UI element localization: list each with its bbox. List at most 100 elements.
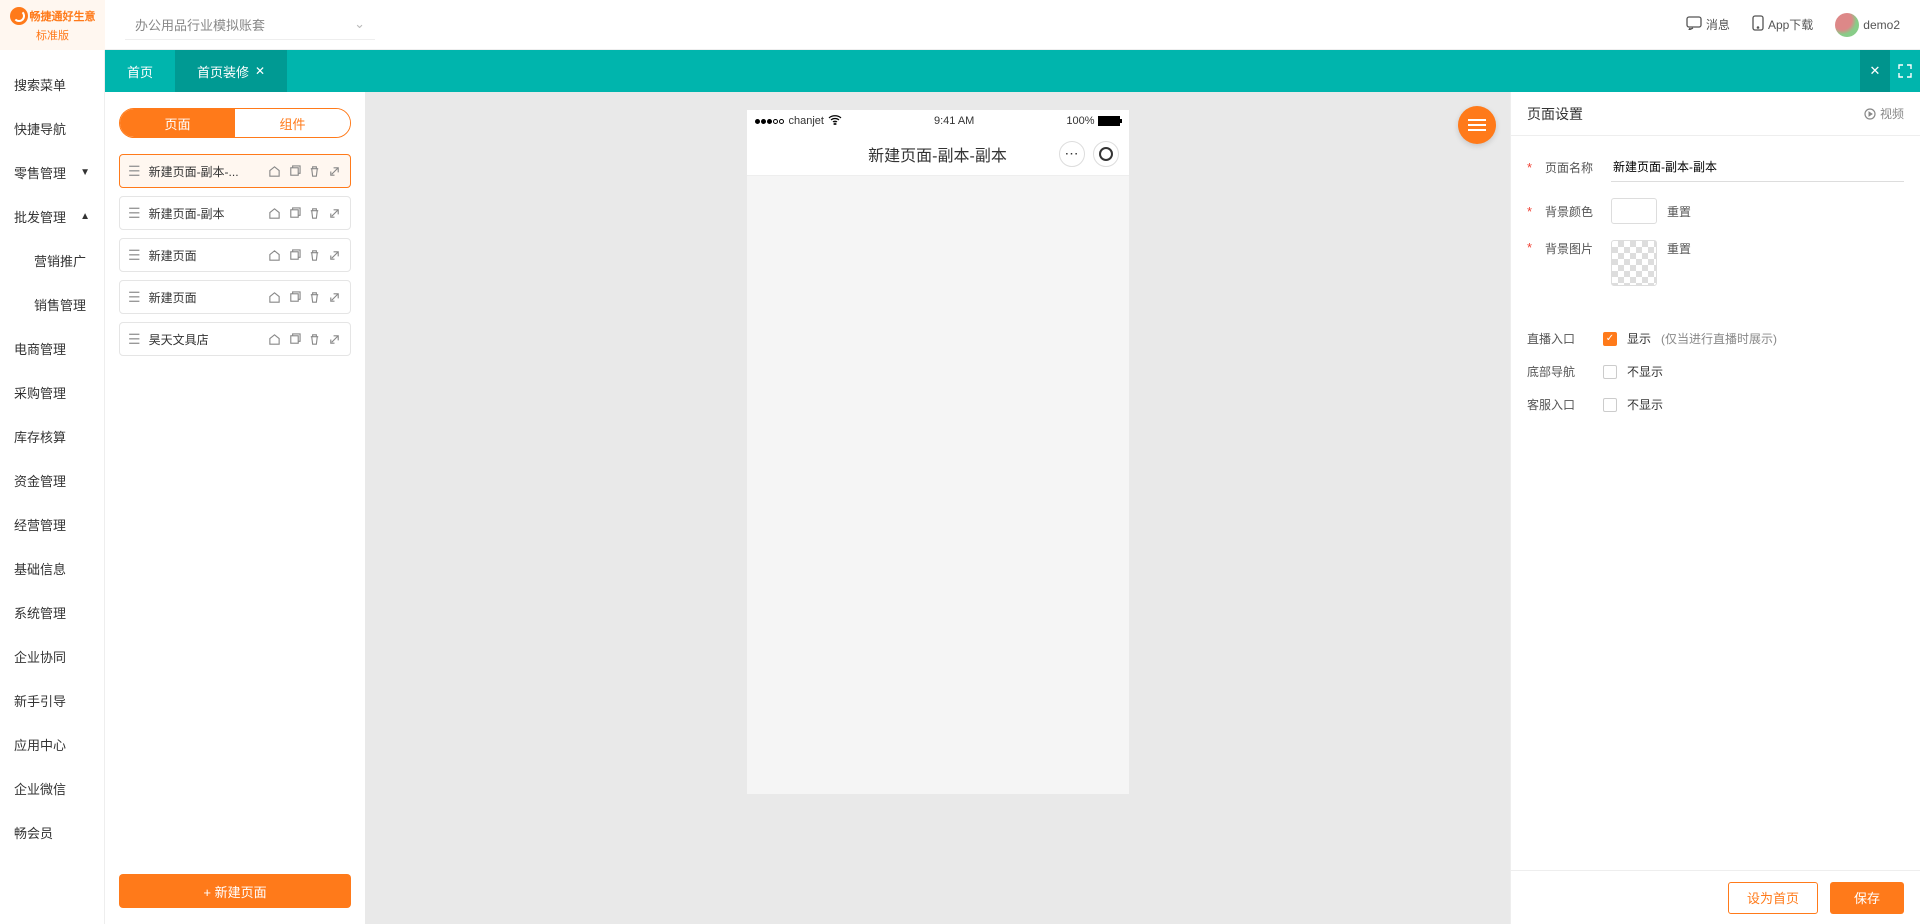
delete-icon[interactable]	[306, 331, 322, 347]
tab-page-decor[interactable]: 首页装修 ✕	[175, 50, 287, 92]
bg-image-label: 背景图片	[1545, 240, 1601, 257]
messages-button[interactable]: 消息	[1686, 16, 1730, 33]
sidebar-item-purchase[interactable]: 采购管理	[0, 370, 104, 414]
required-mark: *	[1527, 204, 1535, 219]
miniprogram-close-icon[interactable]	[1093, 141, 1119, 167]
triangle-up-icon: ▲	[80, 211, 90, 222]
copy-icon[interactable]	[286, 163, 302, 179]
sidebar-item-wechat[interactable]: 企业微信	[0, 766, 104, 810]
video-help-button[interactable]: 视频	[1864, 105, 1904, 122]
right-panel-title: 页面设置	[1527, 104, 1583, 124]
segment-component[interactable]: 组件	[235, 109, 350, 137]
chevron-down-icon: ⌄	[354, 16, 365, 32]
required-mark: *	[1527, 240, 1535, 255]
top-bar: 畅捷通好生意 标准版 办公用品行业模拟账套 ⌄ 消息 App下载	[0, 0, 1920, 50]
home-icon[interactable]	[266, 247, 282, 263]
drag-handle-icon[interactable]: ☰	[128, 247, 141, 264]
sidebar-item-guide[interactable]: 新手引导	[0, 678, 104, 722]
copy-icon[interactable]	[286, 331, 302, 347]
delete-icon[interactable]	[306, 205, 322, 221]
save-button[interactable]: 保存	[1830, 882, 1904, 914]
sidebar-item-finance[interactable]: 资金管理	[0, 458, 104, 502]
phone-status-bar: chanjet 9:41 AM 100%	[747, 110, 1129, 132]
sidebar-item-ecommerce[interactable]: 电商管理	[0, 326, 104, 370]
tab-close-icon[interactable]: ✕	[255, 64, 265, 78]
service-entry-label: 客服入口	[1527, 396, 1593, 413]
home-icon[interactable]	[266, 331, 282, 347]
home-icon[interactable]	[266, 289, 282, 305]
username-label: demo2	[1863, 18, 1900, 32]
home-icon[interactable]	[266, 163, 282, 179]
triangle-down-icon: ▼	[80, 167, 90, 178]
drag-handle-icon[interactable]: ☰	[128, 289, 141, 306]
phone-preview: chanjet 9:41 AM 100%	[747, 110, 1129, 924]
page-name-input[interactable]	[1611, 152, 1904, 182]
share-icon[interactable]	[326, 163, 342, 179]
sidebar-item-inventory[interactable]: 库存核算	[0, 414, 104, 458]
page-list-item[interactable]: ☰ 昊天文具店	[119, 322, 351, 356]
bg-image-swatch[interactable]	[1611, 240, 1657, 286]
delete-icon[interactable]	[306, 247, 322, 263]
segment-page[interactable]: 页面	[120, 109, 235, 137]
delete-icon[interactable]	[306, 289, 322, 305]
right-panel: 页面设置 视频 * 页面名称 *	[1510, 92, 1920, 924]
share-icon[interactable]	[326, 331, 342, 347]
copy-icon[interactable]	[286, 205, 302, 221]
sidebar-item-member[interactable]: 畅会员	[0, 810, 104, 854]
bottom-nav-checkbox[interactable]	[1603, 365, 1617, 379]
brand-name: 畅捷通好生意	[30, 8, 96, 24]
bg-image-reset[interactable]: 重置	[1667, 240, 1691, 257]
drawer-toggle-button[interactable]	[1458, 106, 1496, 144]
home-icon[interactable]	[266, 205, 282, 221]
sidebar-item-quicknav[interactable]: 快捷导航	[0, 106, 104, 150]
app-download-button[interactable]: App下载	[1752, 15, 1813, 34]
wifi-icon	[828, 115, 842, 128]
sidebar-item-appcenter[interactable]: 应用中心	[0, 722, 104, 766]
avatar	[1835, 13, 1859, 37]
sidebar-item-retail[interactable]: 零售管理▼	[0, 150, 104, 194]
org-selector[interactable]: 办公用品行业模拟账套 ⌄	[125, 10, 375, 40]
new-page-button[interactable]: + 新建页面	[119, 874, 351, 908]
fullscreen-button[interactable]	[1890, 50, 1920, 92]
live-entry-label: 直播入口	[1527, 330, 1593, 347]
page-list-item[interactable]: ☰ 新建页面-副本	[119, 196, 351, 230]
copy-icon[interactable]	[286, 289, 302, 305]
segment-control: 页面 组件	[119, 108, 351, 138]
drag-handle-icon[interactable]: ☰	[128, 205, 141, 222]
sidebar-item-wholesale[interactable]: 批发管理▲	[0, 194, 104, 238]
share-icon[interactable]	[326, 205, 342, 221]
service-entry-checkbox[interactable]	[1603, 398, 1617, 412]
page-list-item[interactable]: ☰ 新建页面-副本-...	[119, 154, 351, 188]
share-icon[interactable]	[326, 247, 342, 263]
message-icon	[1686, 16, 1702, 33]
left-panel: 页面 组件 ☰ 新建页面-副本-...	[105, 92, 365, 924]
drag-handle-icon[interactable]: ☰	[128, 163, 141, 180]
sidebar-item-operation[interactable]: 经营管理	[0, 502, 104, 546]
set-home-button[interactable]: 设为首页	[1728, 882, 1818, 914]
tab-home[interactable]: 首页	[105, 50, 175, 92]
delete-icon[interactable]	[306, 163, 322, 179]
tabs-close-button[interactable]: ✕	[1860, 50, 1890, 92]
sidebar-item-basicinfo[interactable]: 基础信息	[0, 546, 104, 590]
tabs-bar: 首页 首页装修 ✕ ✕	[105, 50, 1920, 92]
bg-color-label: 背景颜色	[1545, 203, 1601, 220]
bg-color-swatch[interactable]	[1611, 198, 1657, 224]
miniprogram-menu-icon[interactable]: ⋯	[1059, 141, 1085, 167]
drag-handle-icon[interactable]: ☰	[128, 331, 141, 348]
sidebar-item-marketing[interactable]: 营销推广	[0, 238, 104, 282]
share-icon[interactable]	[326, 289, 342, 305]
sidebar-item-collab[interactable]: 企业协同	[0, 634, 104, 678]
sidebar-item-sales[interactable]: 销售管理	[0, 282, 104, 326]
phone-body[interactable]	[747, 176, 1129, 794]
bg-color-reset[interactable]: 重置	[1667, 203, 1691, 220]
page-list-item[interactable]: ☰ 新建页面	[119, 280, 351, 314]
brand-block: 畅捷通好生意 标准版	[0, 0, 105, 50]
live-entry-text: 显示	[1627, 330, 1651, 347]
sidebar-item-search[interactable]: 搜索菜单	[0, 62, 104, 106]
service-entry-text: 不显示	[1627, 396, 1663, 413]
copy-icon[interactable]	[286, 247, 302, 263]
live-entry-checkbox[interactable]	[1603, 332, 1617, 346]
sidebar-item-system[interactable]: 系统管理	[0, 590, 104, 634]
page-list-item[interactable]: ☰ 新建页面	[119, 238, 351, 272]
user-menu[interactable]: demo2	[1835, 13, 1900, 37]
